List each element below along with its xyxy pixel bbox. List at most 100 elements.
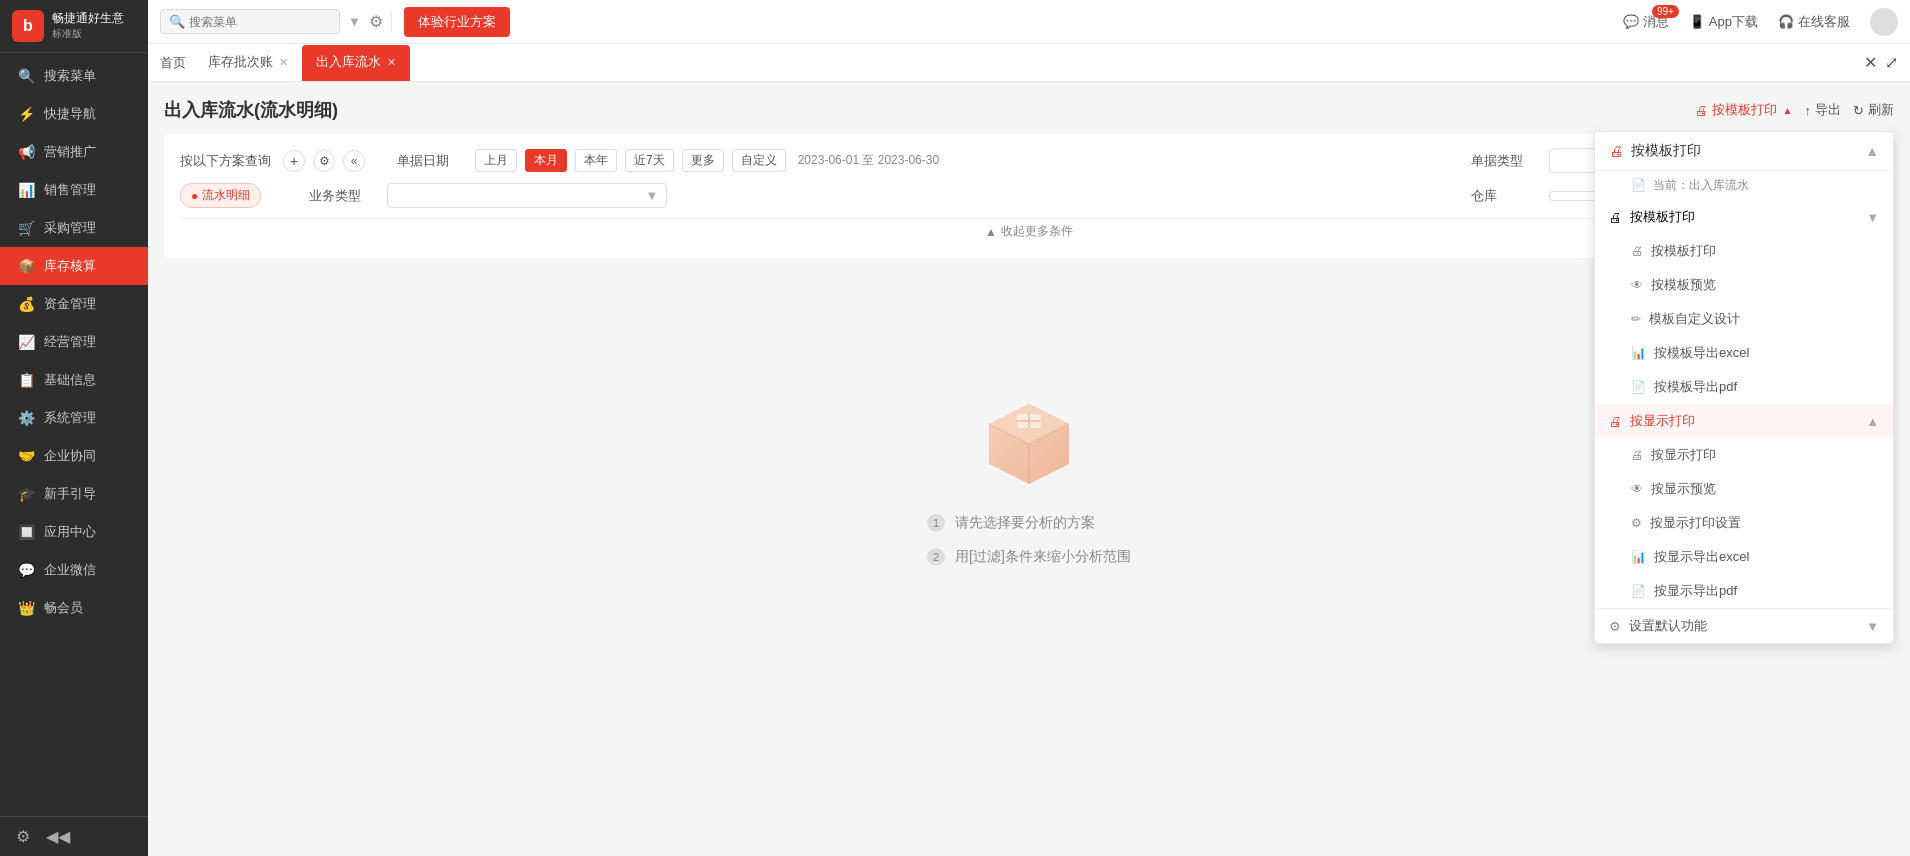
empty-text-area: 1 请先选择要分析的方案 2 用[过滤]条件来缩小分析范围 — [927, 514, 1131, 574]
sidebar-item-marketing[interactable]: 📢 营销推广 — [0, 133, 148, 171]
industry-button[interactable]: 体验行业方案 — [404, 7, 510, 37]
sidebar-item-label: 经营管理 — [44, 333, 132, 351]
message-icon: 💬 — [1623, 14, 1639, 29]
page-title-bar: 出入库流水(流水明细) 🖨 按模板打印 ▲ ↑ 导出 ↻ 刷新 — [164, 98, 1894, 122]
business-type-arrow-icon: ▼ — [645, 188, 658, 203]
step-2-number: 2 — [927, 548, 945, 566]
sidebar-item-label: 营销推广 — [44, 143, 132, 161]
empty-state-illustration — [979, 394, 1079, 494]
message-item[interactable]: 💬 消息 99+ — [1623, 13, 1669, 31]
business-type-label: 业务类型 — [309, 187, 379, 205]
inventory-icon: 📦 — [16, 258, 36, 274]
flow-detail-badge[interactable]: ● 流水明细 — [180, 183, 261, 208]
topbar-divider — [391, 12, 392, 32]
sidebar-item-inventory[interactable]: 📦 库存核算 — [0, 247, 148, 285]
online-service-item[interactable]: 🎧 在线客服 — [1778, 13, 1850, 31]
sidebar-item-label: 资金管理 — [44, 295, 132, 313]
warehouse-label: 仓库 — [1471, 187, 1541, 205]
topbar-search-box[interactable]: 🔍 — [160, 9, 340, 34]
dropdown-arrow-icon[interactable]: ▼ — [348, 14, 361, 29]
pdf-sub-icon: 📄 — [1631, 380, 1646, 394]
date-btn-more[interactable]: 更多 — [682, 149, 724, 172]
sidebar-item-label: 企业微信 — [44, 561, 132, 579]
display-print-settings-item[interactable]: ⚙ 按显示打印设置 — [1595, 506, 1893, 540]
set-default-item[interactable]: ⚙ 设置默认功能 ▼ — [1595, 608, 1893, 643]
tab-batch-close[interactable]: ✕ — [279, 56, 288, 69]
sidebar-item-finance[interactable]: 💰 资金管理 — [0, 285, 148, 323]
sidebar-item-quick-nav[interactable]: ⚡ 快捷导航 — [0, 95, 148, 133]
export-button[interactable]: ↑ 导出 — [1805, 101, 1842, 119]
topbar-search-input[interactable] — [189, 15, 309, 29]
display-print-item[interactable]: 🖨 按显示打印 — [1595, 438, 1893, 472]
tab-home[interactable]: 首页 — [160, 54, 186, 72]
purchase-icon: 🛒 — [16, 220, 36, 236]
user-avatar[interactable] — [1870, 8, 1898, 36]
display-print-section[interactable]: 🖨 按显示打印 ▲ — [1595, 404, 1893, 438]
date-btn-this-month[interactable]: 本月 — [525, 149, 567, 172]
template-export-excel-item[interactable]: 📊 按模板导出excel — [1595, 336, 1893, 370]
display-export-pdf-label: 按显示导出pdf — [1654, 582, 1737, 600]
settings-icon[interactable]: ⚙ — [16, 827, 30, 846]
default-icon: ⚙ — [1609, 619, 1621, 634]
wechat-icon: 💬 — [16, 562, 36, 578]
sidebar-item-label: 快捷导航 — [44, 105, 132, 123]
filter-collapse-button[interactable]: « — [343, 150, 365, 172]
sidebar-item-wechat[interactable]: 💬 企业微信 — [0, 551, 148, 589]
sidebar-item-search[interactable]: 🔍 搜索菜单 — [0, 57, 148, 95]
date-btn-last-month[interactable]: 上月 — [475, 149, 517, 172]
sidebar-item-label: 企业协同 — [44, 447, 132, 465]
settings-gear-icon[interactable]: ⚙ — [369, 12, 383, 31]
app-download-item[interactable]: 📱 App下载 — [1689, 13, 1758, 31]
system-icon: ⚙️ — [16, 410, 36, 426]
basic-icon: 📋 — [16, 372, 36, 388]
template-export-pdf-item[interactable]: 📄 按模板导出pdf — [1595, 370, 1893, 404]
template-print-section[interactable]: 🖨 按模板打印 ▼ — [1595, 200, 1893, 234]
member-icon: 👑 — [16, 600, 36, 616]
display-print-sub-label: 按显示打印 — [1651, 446, 1716, 464]
step-1-number: 1 — [927, 514, 945, 532]
tab-close-all-icon[interactable]: ✕ — [1864, 53, 1877, 72]
empty-step2: 2 用[过滤]条件来缩小分析范围 — [927, 548, 1131, 566]
business-type-select[interactable]: ▼ — [387, 183, 667, 208]
pdf-display-sub-icon: 📄 — [1631, 584, 1646, 598]
filter-settings-button[interactable]: ⚙ — [313, 150, 335, 172]
sidebar-item-member[interactable]: 👑 畅会员 — [0, 589, 148, 627]
logo-text: 畅捷通好生意 — [52, 11, 124, 27]
sidebar-item-basic[interactable]: 📋 基础信息 — [0, 361, 148, 399]
sidebar-item-collab[interactable]: 🤝 企业协同 — [0, 437, 148, 475]
sidebar-item-app-center[interactable]: 🔲 应用中心 — [0, 513, 148, 551]
print-template-button[interactable]: 🖨 按模板打印 ▲ — [1695, 101, 1793, 119]
sidebar-item-purchase[interactable]: 🛒 采购管理 — [0, 209, 148, 247]
display-preview-item[interactable]: 👁 按显示预览 — [1595, 472, 1893, 506]
tab-flow-close[interactable]: ✕ — [387, 56, 396, 69]
date-range-display: 2023-06-01 至 2023-06-30 — [798, 152, 939, 169]
display-export-excel-item[interactable]: 📊 按显示导出excel — [1595, 540, 1893, 574]
chevron-up-header-icon[interactable]: ▲ — [1865, 143, 1879, 159]
finance-icon: 💰 — [16, 296, 36, 312]
date-btn-this-year[interactable]: 本年 — [575, 149, 617, 172]
tab-flow[interactable]: 出入库流水 ✕ — [302, 45, 410, 81]
sidebar-item-system[interactable]: ⚙️ 系统管理 — [0, 399, 148, 437]
date-btn-custom[interactable]: 自定义 — [732, 149, 786, 172]
printer-section-icon: 🖨 — [1609, 210, 1622, 225]
date-btn-7days[interactable]: 近7天 — [625, 149, 674, 172]
display-export-pdf-item[interactable]: 📄 按显示导出pdf — [1595, 574, 1893, 608]
display-print-settings-label: 按显示打印设置 — [1650, 514, 1741, 532]
sidebar-item-sales[interactable]: 📊 销售管理 — [0, 171, 148, 209]
sidebar-item-label: 库存核算 — [44, 257, 132, 275]
template-print-item[interactable]: 🖨 按模板打印 — [1595, 234, 1893, 268]
filter-add-button[interactable]: + — [283, 150, 305, 172]
sidebar-item-label: 搜索菜单 — [44, 67, 132, 85]
collapse-icon[interactable]: ◀◀ — [46, 827, 70, 846]
tab-maximize-icon[interactable]: ⤢ — [1885, 53, 1898, 72]
settings-display-sub-icon: ⚙ — [1631, 516, 1642, 530]
logo-area: b 畅捷通好生意 标准版 — [0, 0, 148, 53]
sidebar-item-operation[interactable]: 📈 经营管理 — [0, 323, 148, 361]
display-export-excel-label: 按显示导出excel — [1654, 548, 1749, 566]
refresh-button[interactable]: ↻ 刷新 — [1853, 101, 1894, 119]
template-design-item[interactable]: ✏ 模板自定义设计 — [1595, 302, 1893, 336]
tab-batch[interactable]: 库存批次账 ✕ — [194, 45, 302, 81]
sidebar-item-guide[interactable]: 🎓 新手引导 — [0, 475, 148, 513]
chevron-up-icon: ▲ — [1783, 105, 1793, 116]
template-preview-item[interactable]: 👁 按模板预览 — [1595, 268, 1893, 302]
